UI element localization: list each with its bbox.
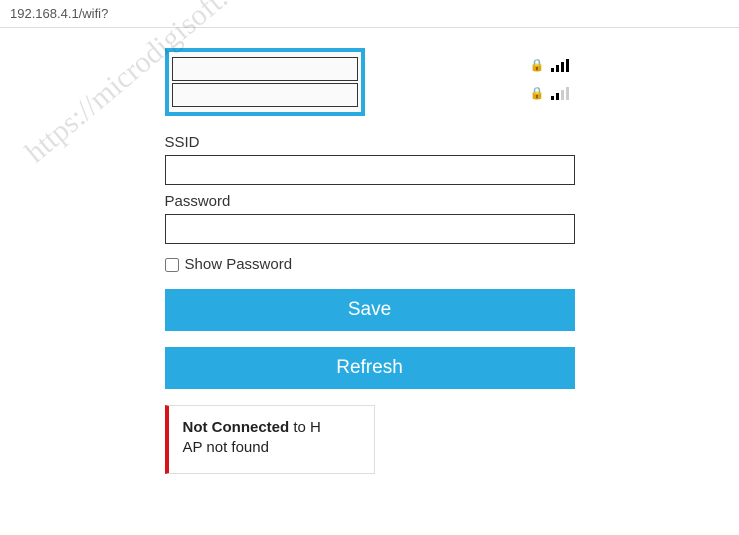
signal-row: 🔒 bbox=[530, 86, 569, 100]
status-strong: Not Connected bbox=[183, 419, 290, 436]
status-rest: to H bbox=[289, 419, 321, 436]
lock-icon: 🔒 bbox=[530, 58, 545, 72]
networks-list bbox=[165, 48, 365, 116]
signal-icon bbox=[551, 86, 569, 100]
ssid-label: SSID bbox=[165, 134, 575, 151]
signal-row: 🔒 bbox=[530, 58, 569, 72]
status-box: Not Connected to H AP not found bbox=[165, 405, 375, 474]
networks-row: 🔒 🔒 bbox=[165, 48, 575, 116]
refresh-button[interactable]: Refresh bbox=[165, 347, 575, 389]
password-input[interactable] bbox=[165, 214, 575, 244]
password-label: Password bbox=[165, 193, 575, 210]
network-item[interactable] bbox=[172, 83, 358, 107]
signal-icon bbox=[551, 58, 569, 72]
address-bar: 192.168.4.1/wifi? bbox=[0, 0, 739, 28]
ssid-input[interactable] bbox=[165, 155, 575, 185]
show-password-checkbox[interactable] bbox=[165, 258, 179, 272]
lock-icon: 🔒 bbox=[530, 86, 545, 100]
signal-column: 🔒 🔒 bbox=[530, 48, 575, 100]
save-button[interactable]: Save bbox=[165, 289, 575, 331]
status-line2: AP not found bbox=[183, 439, 269, 456]
main-container: 🔒 🔒 SSID Password Show Password Save Ref… bbox=[155, 48, 585, 474]
network-item[interactable] bbox=[172, 57, 358, 81]
show-password-row[interactable]: Show Password bbox=[165, 256, 575, 273]
url-text: 192.168.4.1/wifi? bbox=[10, 6, 108, 21]
show-password-label: Show Password bbox=[185, 256, 293, 273]
